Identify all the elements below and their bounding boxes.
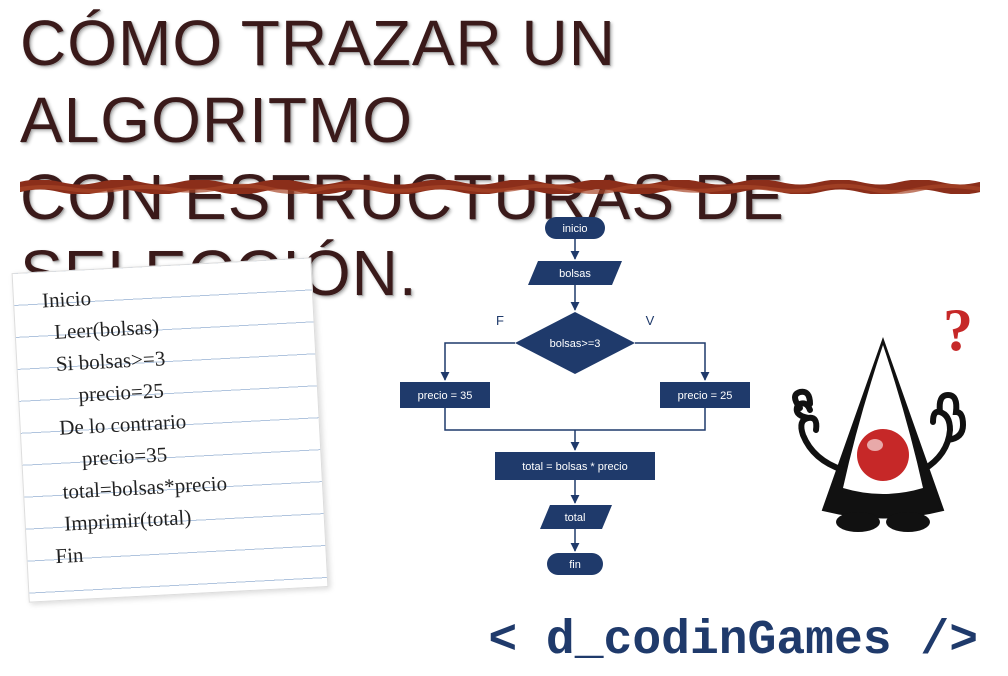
flowchart-diagram: inicio bolsas bolsas>=3 F precio = 35 V … — [390, 215, 760, 585]
pseudocode-notepad: Inicio Leer(bolsas) Si bolsas>=3 precio=… — [12, 257, 329, 602]
flow-false-action-label: precio = 35 — [418, 390, 473, 402]
flow-connector — [445, 408, 575, 430]
flow-arrow — [445, 343, 515, 380]
brand-logo-text: < d_codinGames /> — [488, 614, 978, 668]
title-underline — [20, 180, 980, 194]
flow-start-label: inicio — [562, 223, 587, 235]
title-line-1: CÓMO TRAZAR UN ALGORITMO — [20, 5, 988, 159]
mascot-left-arm — [795, 392, 843, 470]
flow-decision-label: bolsas>=3 — [550, 338, 601, 350]
flow-branch-true-label: V — [646, 313, 655, 328]
flow-input-label: bolsas — [559, 268, 591, 280]
mascot-icon: ? — [788, 300, 978, 540]
mascot-nose-highlight — [867, 439, 883, 451]
flow-connector — [575, 408, 705, 430]
question-mark-icon: ? — [943, 300, 973, 363]
flow-output-label: total — [565, 512, 586, 524]
mascot-foot — [886, 512, 930, 532]
flow-end-label: fin — [569, 559, 581, 571]
flow-branch-false-label: F — [496, 313, 504, 328]
flow-process-label: total = bolsas * precio — [522, 461, 627, 473]
mascot-foot — [836, 512, 880, 532]
flow-arrow — [635, 343, 705, 380]
mascot-nose — [857, 429, 909, 481]
flow-true-action-label: precio = 25 — [678, 390, 733, 402]
mascot-right-arm — [923, 395, 963, 470]
